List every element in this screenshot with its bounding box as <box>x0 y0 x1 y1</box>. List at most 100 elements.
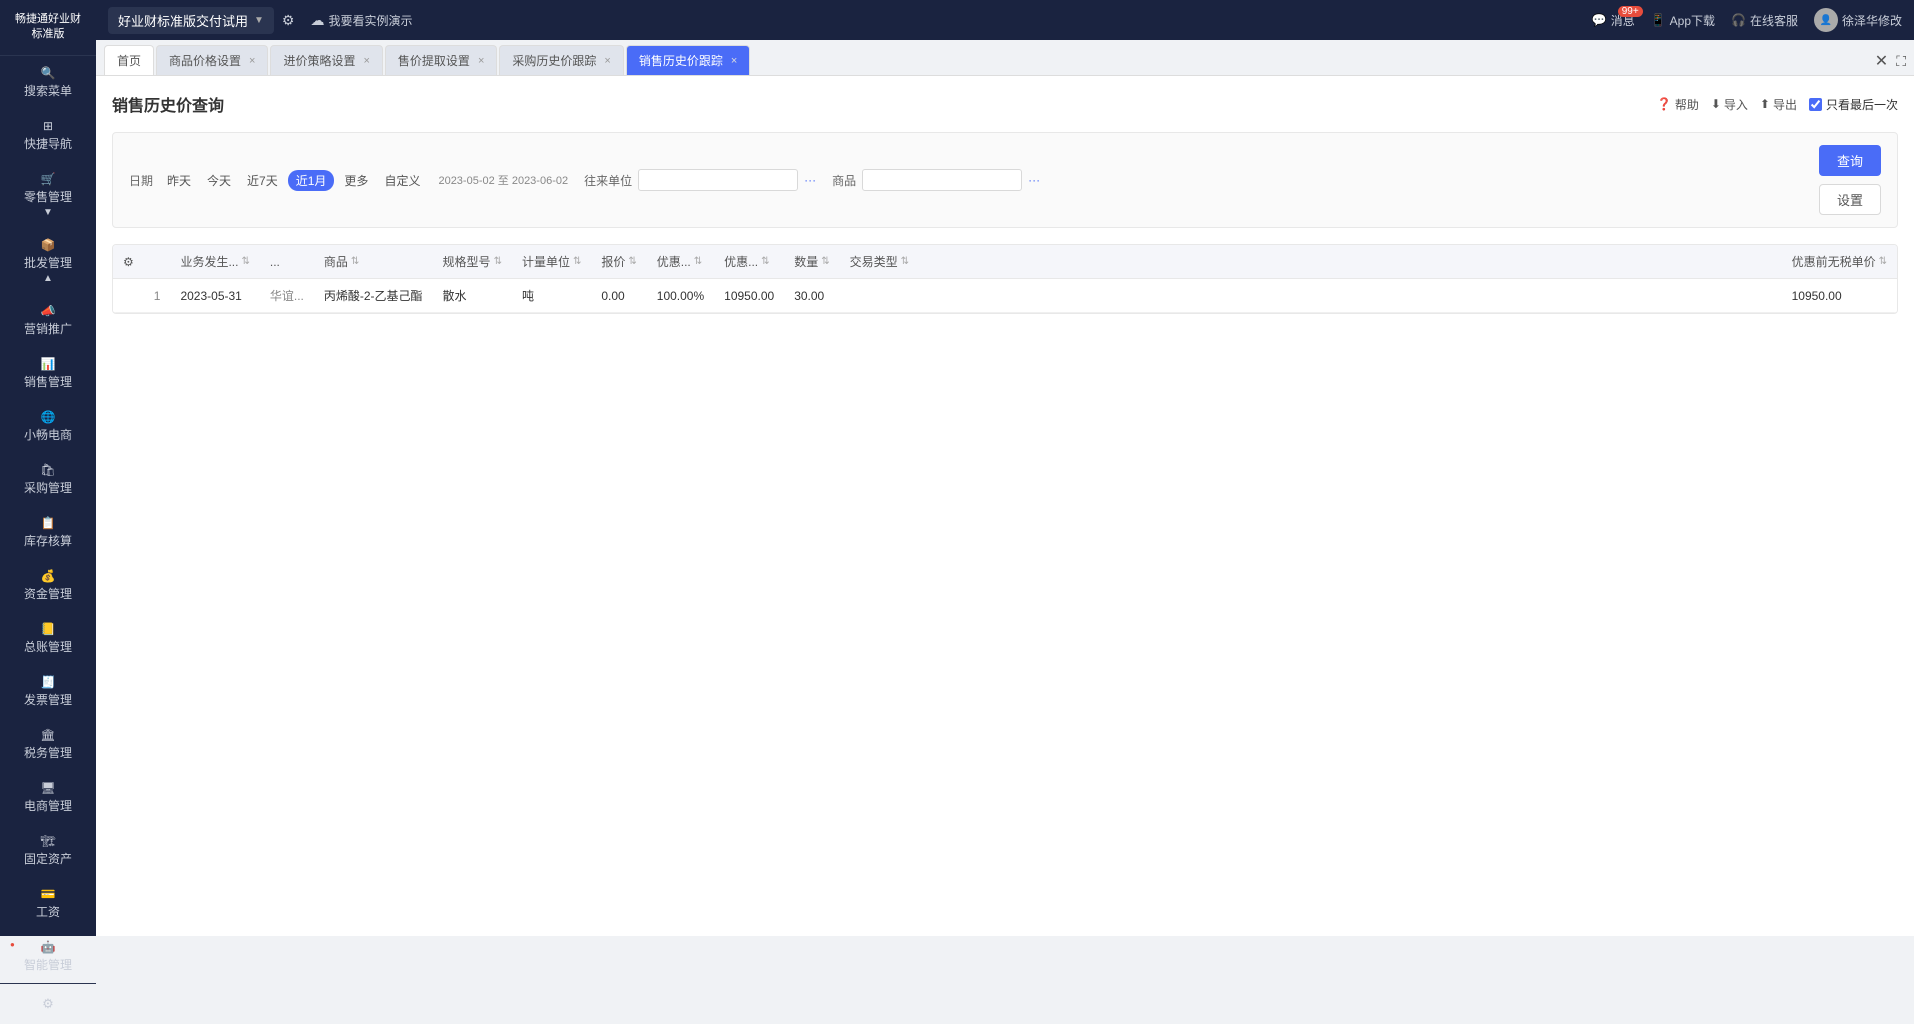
col-gear[interactable]: ⚙ <box>113 245 144 279</box>
col-business-date[interactable]: 业务发生... ⇅ <box>170 245 259 279</box>
sidebar-item-finance[interactable]: 💰 资金管理 <box>0 559 96 612</box>
page-actions: ❓ 帮助 ⬇ 导入 ⬆ 导出 只看最后一次 <box>1657 96 1898 113</box>
tab-product-price[interactable]: 商品价格设置 × <box>156 45 268 75</box>
sidebar-item-search[interactable]: 🔍 搜索菜单 <box>0 56 96 109</box>
help-icon: ❓ <box>1657 97 1672 111</box>
tab-purchase-strategy-close[interactable]: × <box>363 55 369 67</box>
table-body: 1 2023-05-31 华谊... 丙烯酸-2-乙基己酯 散水 吨 0.00 … <box>113 279 1897 313</box>
sidebar-item-ai[interactable]: 🤖 智能管理 <box>0 930 96 983</box>
app-title: 畅捷通好业财 标准版 <box>8 12 88 43</box>
message-btn[interactable]: 💬 消息 99+ <box>1592 12 1635 29</box>
help-link[interactable]: ❓ 帮助 <box>1657 96 1699 113</box>
cloud-icon: ☁ <box>310 12 324 29</box>
col-discount-amt[interactable]: 优惠... ⇅ <box>714 245 784 279</box>
sidebar-item-sales[interactable]: 📊 销售管理 <box>0 347 96 400</box>
query-button[interactable]: 查询 <box>1819 145 1881 176</box>
sidebar-item-ledger[interactable]: 📒 总账管理 <box>0 612 96 665</box>
tab-product-price-close[interactable]: × <box>249 55 255 67</box>
col-product[interactable]: 商品 ⇅ <box>314 245 433 279</box>
sidebar-item-inventory[interactable]: 📋 库存核算 <box>0 506 96 559</box>
col-price[interactable]: 报价 ⇅ <box>591 245 646 279</box>
sort-icon-spec: ⇅ <box>494 256 502 267</box>
user-profile-btn[interactable]: 👤 徐泽华修改 <box>1814 8 1902 32</box>
sidebar-item-marketing[interactable]: 📣 营销推广 <box>0 294 96 347</box>
col-trade-type[interactable]: 交易类型 ⇅ <box>840 245 919 279</box>
date-btn-custom[interactable]: 自定义 <box>378 170 426 191</box>
export-link[interactable]: ⬆ 导出 <box>1760 96 1797 113</box>
tab-sales-history-close[interactable]: × <box>731 55 737 67</box>
app-download-btn[interactable]: 📱 App下载 <box>1651 12 1715 29</box>
sidebar-item-assets[interactable]: 🏗 固定资产 <box>0 824 96 877</box>
cell-product: 丙烯酸-2-乙基己酯 <box>314 279 433 313</box>
sidebar-item-wholesale[interactable]: 📦 批发管理 ▲ <box>0 228 96 294</box>
only-last-checkbox[interactable] <box>1809 98 1822 111</box>
date-btn-yesterday[interactable]: 昨天 <box>161 170 197 191</box>
from-unit-more-btn[interactable]: ··· <box>804 173 816 187</box>
row-more-btn[interactable]: 华谊... <box>270 289 304 303</box>
from-unit-filter: 往来单位 ··· <box>584 169 816 191</box>
product-filter: 商品 ··· <box>832 169 1040 191</box>
from-unit-input[interactable] <box>638 169 798 191</box>
tab-home[interactable]: 首页 <box>104 45 154 75</box>
cell-business-date: 2023-05-31 <box>170 279 259 313</box>
import-link[interactable]: ⬇ 导入 <box>1711 96 1748 113</box>
tab-purchase-strategy[interactable]: 进价策略设置 × <box>270 45 382 75</box>
sidebar-item-retail[interactable]: 🛒 零售管理 ▼ <box>0 162 96 228</box>
module-dropdown-arrow: ▼ <box>254 15 264 26</box>
only-last-checkbox-label[interactable]: 只看最后一次 <box>1809 96 1898 113</box>
online-service-btn[interactable]: 🎧 在线客服 <box>1731 12 1798 29</box>
topbar-settings-icon[interactable]: ⚙ <box>282 12 295 29</box>
sort-icon-product: ⇅ <box>351 256 359 267</box>
col-unit[interactable]: 计量单位 ⇅ <box>512 245 591 279</box>
demo-link[interactable]: ☁ 我要看实例演示 <box>310 12 412 29</box>
tab-sale-extract[interactable]: 售价提取设置 × <box>385 45 497 75</box>
module-label: 好业财标准版交付试用 <box>118 11 248 30</box>
retail-icon: 🛒 <box>41 172 56 186</box>
cell-gear[interactable] <box>113 279 144 313</box>
sort-icon-date: ⇅ <box>241 256 249 267</box>
product-input[interactable] <box>862 169 1022 191</box>
sort-icon-pretax: ⇅ <box>1879 256 1887 267</box>
sidebar-item-purchase[interactable]: 🛍 采购管理 <box>0 453 96 506</box>
col-index <box>144 245 171 279</box>
col-quantity[interactable]: 数量 ⇅ <box>784 245 839 279</box>
settings-button[interactable]: 设置 <box>1819 184 1881 215</box>
sidebar-item-settings[interactable]: ⚙ <box>0 983 96 1024</box>
module-selector[interactable]: 好业财标准版交付试用 ▼ <box>108 7 274 34</box>
tab-sales-history[interactable]: 销售历史价跟踪 × <box>626 45 750 75</box>
sidebar-item-invoice[interactable]: 🧾 发票管理 <box>0 665 96 718</box>
quicknav-icon: ⊞ <box>43 119 53 133</box>
ecommerce-icon: 🖥 <box>40 781 55 795</box>
ai-icon: 🤖 <box>41 940 56 954</box>
inventory-icon: 📋 <box>41 516 56 530</box>
col-spec[interactable]: 规格型号 ⇅ <box>433 245 512 279</box>
sidebar-item-payroll[interactable]: 💳 工资 <box>0 877 96 930</box>
sidebar: 畅捷通好业财 标准版 🔍 搜索菜单 ⊞ 快捷导航 🛒 零售管理 ▼ 📦 批发管理… <box>0 0 96 936</box>
from-unit-label: 往来单位 <box>584 172 632 189</box>
sales-icon: 📊 <box>41 357 56 371</box>
table-row[interactable]: 1 2023-05-31 华谊... 丙烯酸-2-乙基己酯 散水 吨 0.00 … <box>113 279 1897 313</box>
tab-expand-icon[interactable]: ⛶ <box>1896 53 1906 70</box>
page-title: 销售历史价查询 <box>112 92 224 116</box>
sidebar-item-tax[interactable]: 🏛 税务管理 <box>0 718 96 771</box>
col-pretax-price[interactable]: 优惠前无税单价 ⇅ <box>1782 245 1897 279</box>
date-btn-7days[interactable]: 近7天 <box>241 170 284 191</box>
date-btn-1month[interactable]: 近1月 <box>288 170 335 191</box>
date-buttons: 昨天 今天 近7天 近1月 更多 自定义 <box>161 170 426 191</box>
sidebar-item-quicknav[interactable]: ⊞ 快捷导航 <box>0 109 96 162</box>
tab-purchase-history[interactable]: 采购历史价跟踪 × <box>499 45 623 75</box>
date-btn-today[interactable]: 今天 <box>201 170 237 191</box>
headset-icon: 🎧 <box>1731 13 1746 27</box>
cell-trade-type <box>840 279 919 313</box>
tab-close-icon[interactable]: ✕ <box>1875 51 1888 71</box>
tab-sale-extract-close[interactable]: × <box>478 55 484 67</box>
wholesale-icon: 📦 <box>41 238 56 252</box>
sidebar-item-ecommerce-small[interactable]: 🌐 小畅电商 <box>0 400 96 453</box>
tab-purchase-history-close[interactable]: × <box>604 55 610 67</box>
col-ellipsis[interactable]: ... <box>260 245 314 279</box>
col-discount-pct[interactable]: 优惠... ⇅ <box>647 245 714 279</box>
sidebar-item-ecommerce[interactable]: 🖥 电商管理 <box>0 771 96 824</box>
product-more-btn[interactable]: ··· <box>1028 173 1040 187</box>
date-filter-label: 日期 <box>129 172 153 189</box>
date-btn-more[interactable]: 更多 <box>338 170 374 191</box>
